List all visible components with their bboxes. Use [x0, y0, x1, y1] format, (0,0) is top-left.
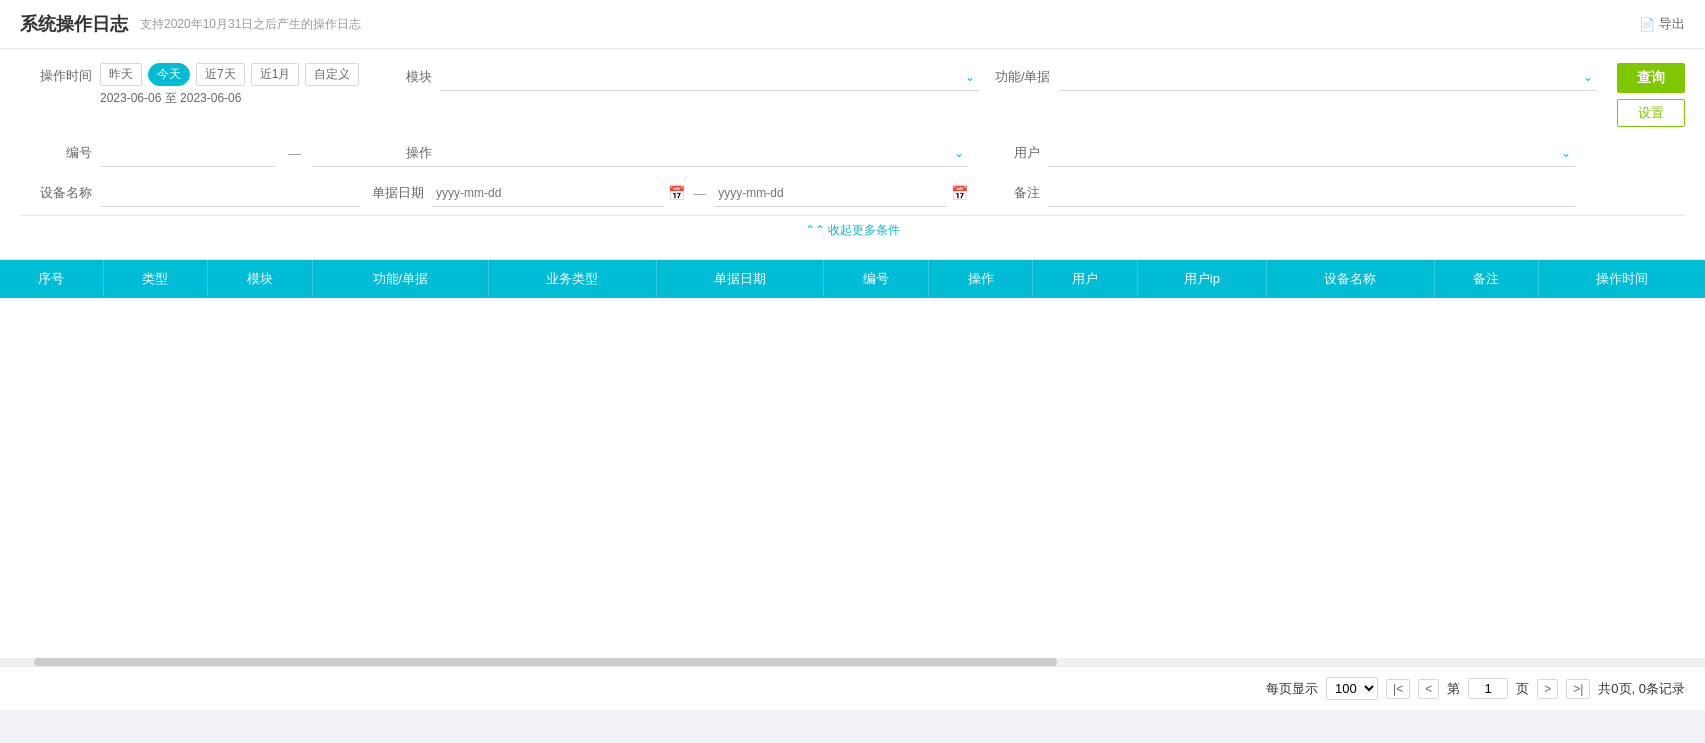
function-select[interactable]: ⌄ — [1059, 63, 1598, 91]
collapse-up-icon: ⌃⌃ — [805, 223, 825, 237]
table-col-模块: 模块 — [208, 260, 312, 298]
id-label: 编号 — [20, 144, 100, 162]
header-left: 系统操作日志 支持2020年10月31日之后产生的操作日志 — [20, 12, 361, 36]
page-size-label: 每页显示 — [1266, 680, 1318, 698]
prev-page-btn[interactable]: < — [1418, 679, 1439, 699]
page-label: 第 — [1447, 680, 1460, 698]
total-info: 共0页, 0条记录 — [1598, 680, 1685, 698]
page-header: 系统操作日志 支持2020年10月31日之后产生的操作日志 📄 导出 — [0, 0, 1705, 49]
table-col-单据日期: 单据日期 — [656, 260, 824, 298]
yesterday-btn[interactable]: 昨天 — [100, 63, 142, 86]
operation-select[interactable]: ⌄ — [440, 139, 968, 167]
collapse-label: 收起更多条件 — [828, 223, 900, 237]
query-button[interactable]: 查询 — [1617, 63, 1685, 93]
user-select[interactable]: ⌄ — [1048, 139, 1576, 167]
table-col-操作: 操作 — [928, 260, 1032, 298]
table-col-业务类型: 业务类型 — [489, 260, 657, 298]
setting-button[interactable]: 设置 — [1617, 99, 1685, 127]
calendar-end-icon[interactable]: 📅 — [951, 185, 968, 201]
operation-label: 操作 — [360, 144, 440, 162]
next-page-btn[interactable]: > — [1537, 679, 1558, 699]
today-btn[interactable]: 今天 — [148, 63, 190, 86]
time-filter: 昨天 今天 近7天 近1月 自定义 — [100, 63, 359, 86]
table-col-编号: 编号 — [824, 260, 928, 298]
table-col-设备名称: 设备名称 — [1266, 260, 1434, 298]
id-start-input[interactable] — [100, 139, 276, 167]
time-label: 操作时间 — [20, 63, 100, 85]
table-col-备注: 备注 — [1434, 260, 1538, 298]
doc-date-sep: — — [693, 186, 706, 201]
page-title: 系统操作日志 — [20, 12, 128, 36]
table-col-类型: 类型 — [103, 260, 207, 298]
page-subtitle: 支持2020年10月31日之后产生的操作日志 — [140, 16, 361, 33]
table-col-用户: 用户 — [1033, 260, 1137, 298]
table-header-row: 序号类型模块功能/单据业务类型单据日期编号操作用户用户ip设备名称备注操作时间 — [0, 260, 1705, 298]
doc-date-label: 单据日期 — [360, 184, 432, 202]
scrollbar-area[interactable] — [0, 658, 1705, 666]
last1m-btn[interactable]: 近1月 — [251, 63, 300, 86]
export-label: 导出 — [1659, 15, 1685, 33]
page-end-label: 页 — [1516, 680, 1529, 698]
table-col-操作时间: 操作时间 — [1538, 260, 1705, 298]
page-number-input[interactable] — [1468, 678, 1508, 699]
export-icon: 📄 — [1639, 17, 1655, 32]
page-size-select[interactable]: 100 50 200 — [1326, 677, 1378, 700]
doc-date-start-group: 📅 — [432, 179, 685, 207]
table-col-功能/单据: 功能/单据 — [312, 260, 488, 298]
action-buttons: 查询 设置 — [1617, 63, 1685, 127]
first-page-btn[interactable]: |< — [1386, 679, 1410, 699]
table-col-用户ip: 用户ip — [1137, 260, 1266, 298]
scrollbar-thumb[interactable] — [34, 658, 1057, 666]
doc-date-end-group: 📅 — [714, 179, 967, 207]
calendar-start-icon[interactable]: 📅 — [668, 185, 685, 201]
pagination-bar: 每页显示 100 50 200 |< < 第 页 > >| 共0页, 0条记录 — [0, 666, 1705, 710]
table-header: 序号类型模块功能/单据业务类型单据日期编号操作用户用户ip设备名称备注操作时间 — [0, 260, 1705, 298]
data-table: 序号类型模块功能/单据业务类型单据日期编号操作用户用户ip设备名称备注操作时间 — [0, 260, 1705, 298]
operation-chevron-icon: ⌄ — [954, 146, 964, 160]
export-button[interactable]: 📄 导出 — [1639, 15, 1685, 33]
empty-area — [0, 298, 1705, 658]
collapse-bar[interactable]: ⌃⌃ 收起更多条件 — [20, 215, 1685, 245]
custom-btn[interactable]: 自定义 — [305, 63, 359, 86]
function-chevron-icon: ⌄ — [1583, 70, 1593, 84]
doc-date-end-input[interactable] — [714, 179, 946, 207]
user-label: 用户 — [968, 144, 1048, 162]
last-page-btn[interactable]: >| — [1566, 679, 1590, 699]
table-col-序号: 序号 — [0, 260, 103, 298]
module-select[interactable]: ⌄ — [440, 63, 979, 91]
function-label: 功能/单据 — [979, 68, 1059, 86]
module-chevron-icon: ⌄ — [965, 70, 975, 84]
remark-input[interactable] — [1048, 179, 1576, 207]
module-label: 模块 — [360, 68, 440, 86]
table-wrapper: 序号类型模块功能/单据业务类型单据日期编号操作用户用户ip设备名称备注操作时间 — [0, 260, 1705, 658]
remark-label: 备注 — [968, 184, 1048, 202]
device-label: 设备名称 — [20, 184, 100, 202]
user-chevron-icon: ⌄ — [1561, 146, 1571, 160]
device-input[interactable] — [100, 179, 360, 207]
id-sep: — — [288, 146, 301, 161]
date-range: 2023-06-06 至 2023-06-06 — [100, 90, 359, 107]
doc-date-start-input[interactable] — [432, 179, 664, 207]
filter-area: 操作时间 昨天 今天 近7天 近1月 自定义 2023-06-06 至 2023… — [0, 49, 1705, 260]
last7-btn[interactable]: 近7天 — [196, 63, 245, 86]
